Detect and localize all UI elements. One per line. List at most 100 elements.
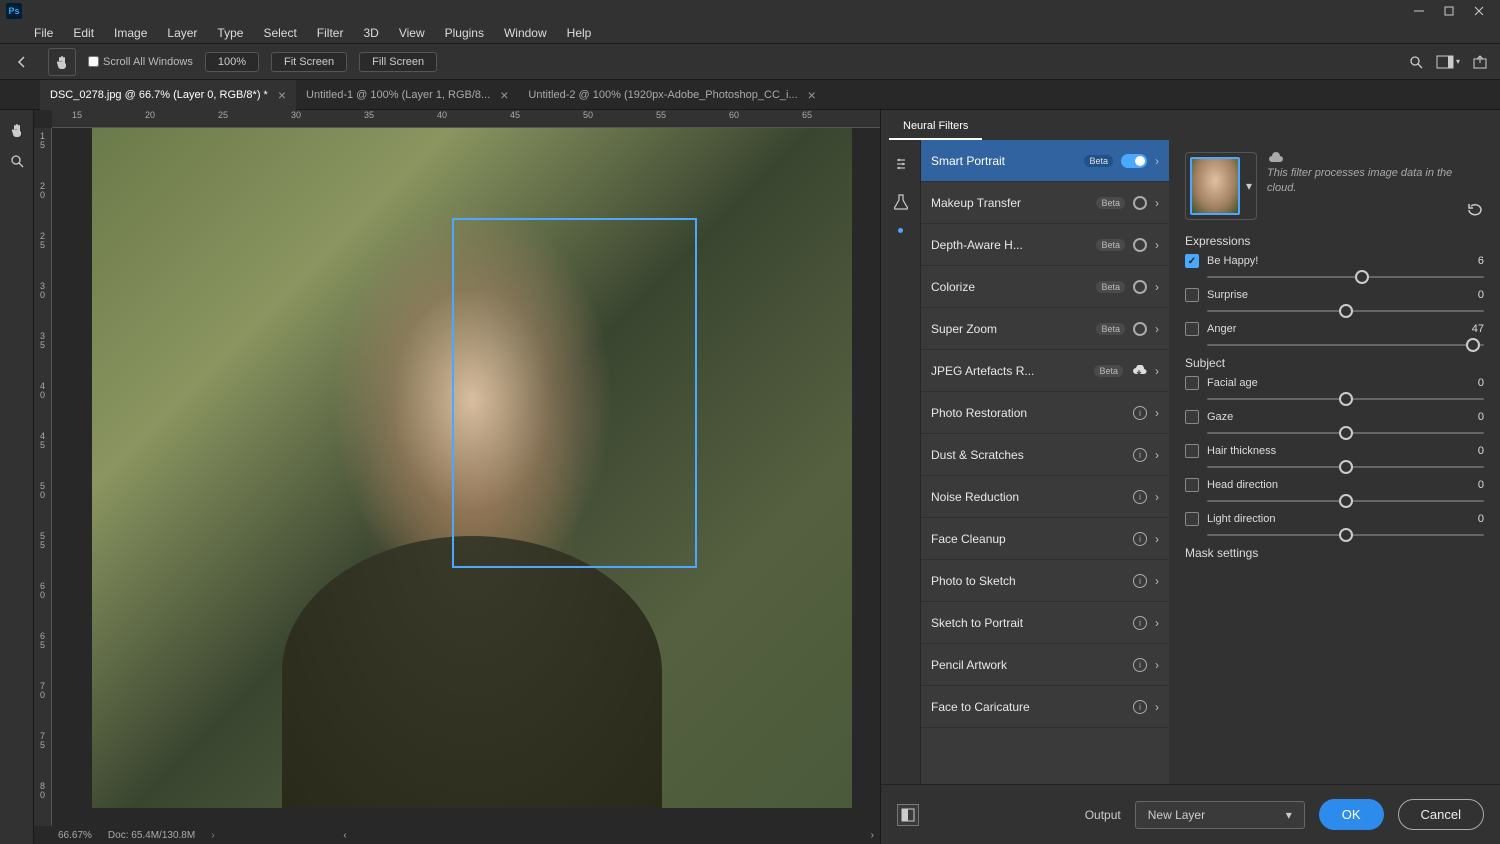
filter-row[interactable]: JPEG Artefacts R...Beta› — [921, 350, 1169, 392]
menu-filter[interactable]: Filter — [307, 24, 354, 42]
cloud-download-icon[interactable] — [1131, 365, 1147, 377]
slider-track[interactable] — [1207, 534, 1484, 536]
close-tab-icon[interactable]: × — [278, 87, 286, 103]
slider-checkbox[interactable] — [1185, 444, 1199, 458]
output-select[interactable]: New Layer ▾ — [1135, 801, 1305, 829]
featured-filters-icon[interactable] — [889, 152, 913, 176]
slider-thumb[interactable] — [1339, 460, 1353, 474]
doc-info-chevron-icon[interactable]: › — [211, 830, 214, 841]
close-button[interactable] — [1464, 2, 1494, 20]
menu-plugins[interactable]: Plugins — [435, 24, 494, 42]
zoom-tool[interactable] — [2, 146, 32, 176]
share-icon[interactable] — [1468, 50, 1492, 74]
menu-file[interactable]: File — [24, 24, 63, 42]
filter-toggle[interactable] — [1121, 154, 1147, 168]
info-icon[interactable]: i — [1133, 616, 1147, 630]
filter-row[interactable]: Face Cleanupi› — [921, 518, 1169, 560]
slider-thumb[interactable] — [1339, 304, 1353, 318]
slider-track[interactable] — [1207, 398, 1484, 400]
hand-tool-icon[interactable] — [48, 48, 76, 76]
slider-track[interactable] — [1207, 276, 1484, 278]
slider-track[interactable] — [1207, 500, 1484, 502]
menu-help[interactable]: Help — [557, 24, 602, 42]
canvas[interactable] — [52, 128, 880, 826]
info-icon[interactable]: i — [1133, 532, 1147, 546]
info-icon[interactable]: i — [1133, 490, 1147, 504]
close-tab-icon[interactable]: × — [500, 87, 508, 103]
filter-row[interactable]: Noise Reductioni› — [921, 476, 1169, 518]
zoom-percentage[interactable]: 100% — [205, 52, 259, 72]
info-icon[interactable]: i — [1133, 448, 1147, 462]
slider-checkbox[interactable] — [1185, 478, 1199, 492]
filter-row[interactable]: Photo to Sketchi› — [921, 560, 1169, 602]
filter-enable-ring[interactable] — [1133, 280, 1147, 294]
fill-screen-button[interactable]: Fill Screen — [359, 52, 437, 72]
filter-enable-ring[interactable] — [1133, 322, 1147, 336]
slider-checkbox[interactable] — [1185, 512, 1199, 526]
info-icon[interactable]: i — [1133, 574, 1147, 588]
ok-button[interactable]: OK — [1319, 799, 1384, 830]
info-icon[interactable]: i — [1133, 658, 1147, 672]
document-tab[interactable]: DSC_0278.jpg @ 66.7% (Layer 0, RGB/8*) *… — [40, 80, 296, 110]
slider-checkbox[interactable] — [1185, 410, 1199, 424]
zoom-readout[interactable]: 66.67% — [58, 830, 92, 841]
menu-layer[interactable]: Layer — [157, 24, 207, 42]
filter-row[interactable]: Sketch to Portraiti› — [921, 602, 1169, 644]
search-icon[interactable] — [1404, 50, 1428, 74]
slider-track[interactable] — [1207, 344, 1484, 346]
slider-checkbox[interactable] — [1185, 376, 1199, 390]
menu-type[interactable]: Type — [207, 24, 253, 42]
slider-checkbox[interactable] — [1185, 254, 1199, 268]
beta-filters-icon[interactable] — [889, 190, 913, 214]
document-tab[interactable]: Untitled-2 @ 100% (1920px-Adobe_Photosho… — [518, 80, 825, 110]
info-icon[interactable]: i — [1133, 700, 1147, 714]
document-tab[interactable]: Untitled-1 @ 100% (Layer 1, RGB/8...× — [296, 80, 518, 110]
filter-row[interactable]: Photo Restorationi› — [921, 392, 1169, 434]
slider-checkbox[interactable] — [1185, 322, 1199, 336]
slider-track[interactable] — [1207, 466, 1484, 468]
doc-info[interactable]: Doc: 65.4M/130.8M — [108, 830, 195, 841]
slider-thumb[interactable] — [1339, 494, 1353, 508]
slider-thumb[interactable] — [1466, 338, 1480, 352]
slider-track[interactable] — [1207, 310, 1484, 312]
minimize-button[interactable] — [1404, 2, 1434, 20]
filter-row[interactable]: ColorizeBeta› — [921, 266, 1169, 308]
slider-checkbox[interactable] — [1185, 288, 1199, 302]
filter-row[interactable]: Depth-Aware H...Beta› — [921, 224, 1169, 266]
preview-toggle-button[interactable] — [897, 804, 919, 826]
menu-select[interactable]: Select — [253, 24, 306, 42]
filter-enable-ring[interactable] — [1133, 238, 1147, 252]
face-selector[interactable]: ▾ — [1185, 152, 1257, 220]
filter-row[interactable]: Face to Caricaturei› — [921, 686, 1169, 728]
reset-button[interactable] — [1466, 203, 1484, 220]
home-back-button[interactable] — [8, 48, 36, 76]
slider-thumb[interactable] — [1339, 392, 1353, 406]
slider-track[interactable] — [1207, 432, 1484, 434]
menu-view[interactable]: View — [389, 24, 435, 42]
menu-3d[interactable]: 3D — [353, 24, 388, 42]
hand-tool[interactable] — [2, 115, 32, 145]
scrollbar-right-icon[interactable]: › — [871, 830, 874, 841]
scroll-all-windows-checkbox[interactable]: Scroll All Windows — [88, 56, 193, 68]
cancel-button[interactable]: Cancel — [1398, 799, 1484, 830]
menu-edit[interactable]: Edit — [63, 24, 104, 42]
close-tab-icon[interactable]: × — [808, 87, 816, 103]
workspace-switcher-icon[interactable]: ▾ — [1436, 50, 1460, 74]
face-selection-box[interactable] — [452, 218, 697, 568]
slider-thumb[interactable] — [1355, 270, 1369, 284]
scrollbar-left-icon[interactable]: ‹ — [343, 830, 346, 841]
maximize-button[interactable] — [1434, 2, 1464, 20]
neural-filters-tab[interactable]: Neural Filters — [889, 114, 982, 140]
menu-image[interactable]: Image — [104, 24, 157, 42]
filter-row[interactable]: Smart PortraitBeta› — [921, 140, 1169, 182]
filter-row[interactable]: Dust & Scratchesi› — [921, 434, 1169, 476]
info-icon[interactable]: i — [1133, 406, 1147, 420]
menu-window[interactable]: Window — [494, 24, 557, 42]
slider-thumb[interactable] — [1339, 528, 1353, 542]
filter-row[interactable]: Makeup TransferBeta› — [921, 182, 1169, 224]
filter-row[interactable]: Super ZoomBeta› — [921, 308, 1169, 350]
fit-screen-button[interactable]: Fit Screen — [271, 52, 347, 72]
filter-enable-ring[interactable] — [1133, 196, 1147, 210]
filter-row[interactable]: Pencil Artworki› — [921, 644, 1169, 686]
slider-thumb[interactable] — [1339, 426, 1353, 440]
